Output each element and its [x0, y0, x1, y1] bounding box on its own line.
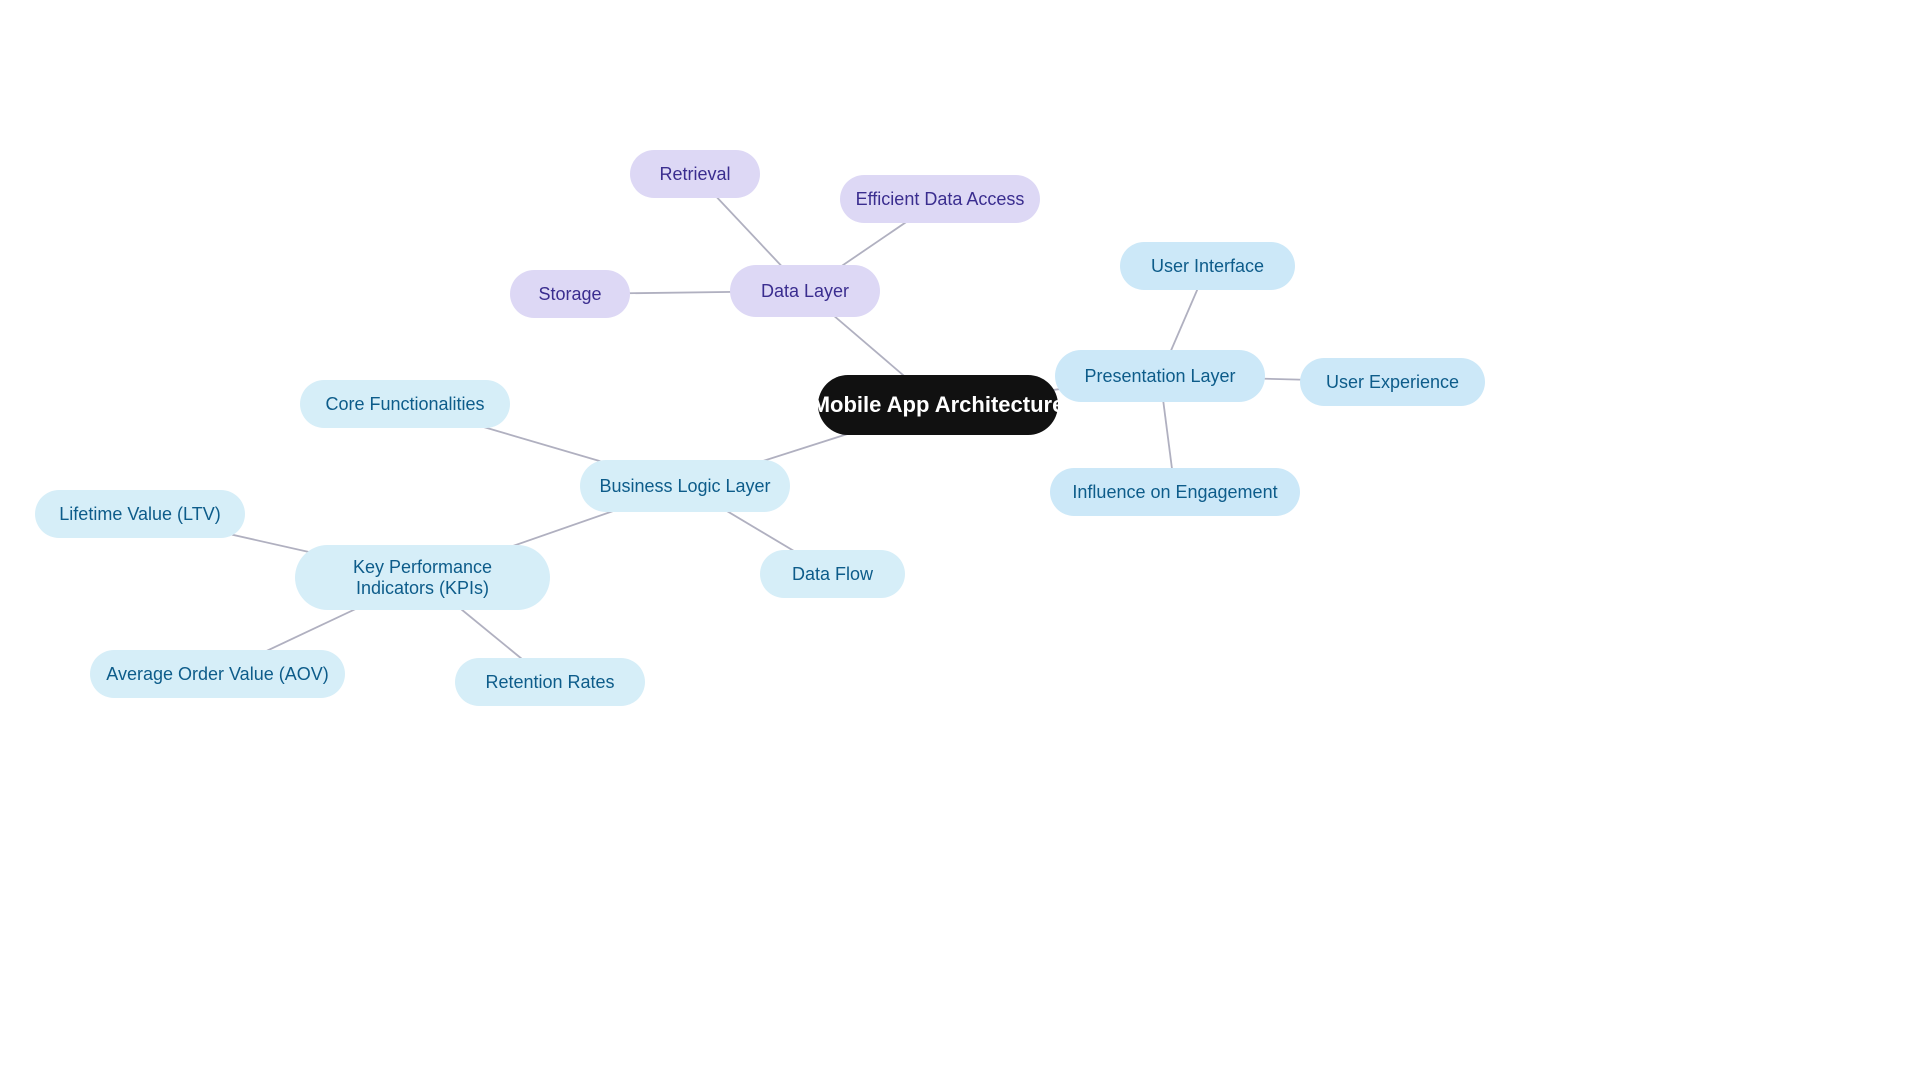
data-layer-node[interactable]: Data Layer	[730, 265, 880, 317]
efficient-data-access-node[interactable]: Efficient Data Access	[840, 175, 1040, 223]
aov-node[interactable]: Average Order Value (AOV)	[90, 650, 345, 698]
lifetime-value-node[interactable]: Lifetime Value (LTV)	[35, 490, 245, 538]
center-node[interactable]: Mobile App Architecture	[818, 375, 1058, 435]
user-experience-node[interactable]: User Experience	[1300, 358, 1485, 406]
business-logic-layer-node[interactable]: Business Logic Layer	[580, 460, 790, 512]
user-interface-node[interactable]: User Interface	[1120, 242, 1295, 290]
storage-node[interactable]: Storage	[510, 270, 630, 318]
retention-rates-node[interactable]: Retention Rates	[455, 658, 645, 706]
influence-on-engagement-node[interactable]: Influence on Engagement	[1050, 468, 1300, 516]
presentation-layer-node[interactable]: Presentation Layer	[1055, 350, 1265, 402]
data-flow-node[interactable]: Data Flow	[760, 550, 905, 598]
core-functionalities-node[interactable]: Core Functionalities	[300, 380, 510, 428]
kpis-node[interactable]: Key Performance Indicators (KPIs)	[295, 545, 550, 610]
retrieval-node[interactable]: Retrieval	[630, 150, 760, 198]
